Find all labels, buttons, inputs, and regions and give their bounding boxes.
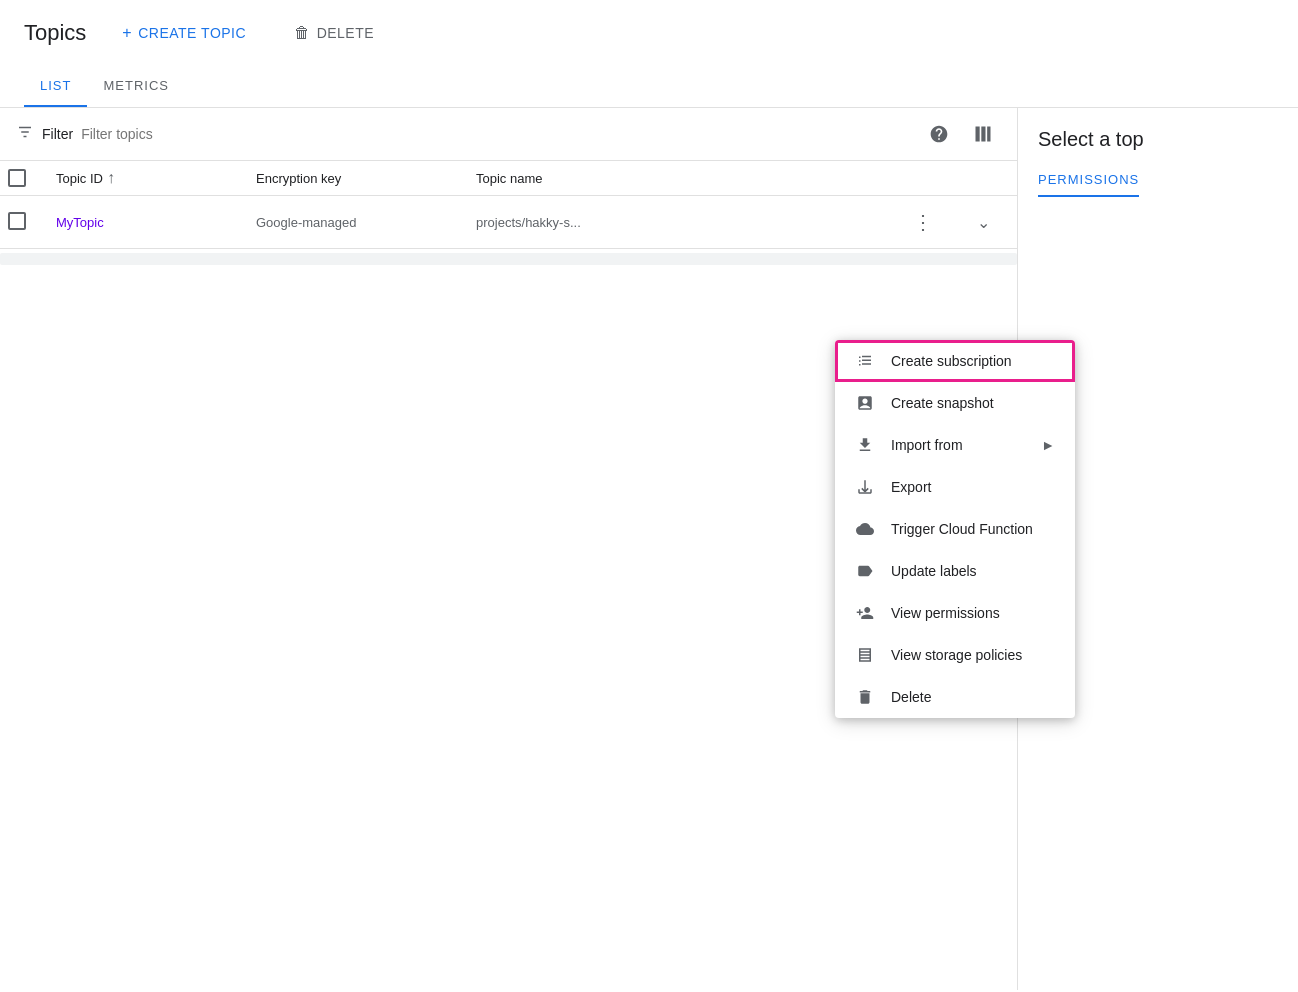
topic-name-cell: projects/hakky-s... xyxy=(468,215,897,230)
row-checkbox-cell xyxy=(0,212,48,233)
encryption-key-header[interactable]: Encryption key xyxy=(248,171,468,186)
filter-actions xyxy=(921,116,1001,152)
table-header: Topic ID ↑ Encryption key Topic name xyxy=(0,161,1017,196)
help-icon-button[interactable] xyxy=(921,116,957,152)
menu-item-view-storage[interactable]: View storage policies xyxy=(835,634,1075,676)
menu-item-create-subscription[interactable]: Create subscription xyxy=(835,340,1075,382)
select-all-checkbox[interactable] xyxy=(8,169,26,187)
filter-icon xyxy=(16,123,34,146)
page-header: Topics + CREATE TOPIC 🗑 DELETE xyxy=(0,0,1298,66)
submenu-arrow-icon: ► xyxy=(1041,437,1055,453)
menu-item-import-from-label: Import from xyxy=(891,437,1025,453)
tab-metrics[interactable]: METRICS xyxy=(87,66,185,107)
topic-id-header[interactable]: Topic ID ↑ xyxy=(48,169,248,187)
import-icon xyxy=(855,436,875,454)
storage-icon xyxy=(855,646,875,664)
sort-arrow-icon: ↑ xyxy=(107,169,115,187)
select-all-cell xyxy=(0,169,48,187)
menu-item-trigger-cloud[interactable]: Trigger Cloud Function xyxy=(835,508,1075,550)
menu-item-view-permissions[interactable]: View permissions xyxy=(835,592,1075,634)
snapshot-icon xyxy=(855,394,875,412)
horizontal-scrollbar[interactable] xyxy=(0,253,1017,265)
more-options-button[interactable]: ⋮ xyxy=(905,204,941,240)
permissions-icon xyxy=(855,604,875,622)
create-topic-label: CREATE TOPIC xyxy=(138,25,246,41)
expand-button[interactable]: ⌄ xyxy=(965,204,1001,240)
expand-cell: ⌄ xyxy=(957,204,1017,240)
export-icon xyxy=(855,478,875,496)
tab-list[interactable]: LIST xyxy=(24,66,87,107)
trash-icon: 🗑 xyxy=(294,24,311,42)
menu-item-import-from[interactable]: Import from ► xyxy=(835,424,1075,466)
menu-item-view-storage-label: View storage policies xyxy=(891,647,1055,663)
columns-icon-button[interactable] xyxy=(965,116,1001,152)
menu-item-create-snapshot[interactable]: Create snapshot xyxy=(835,382,1075,424)
row-checkbox[interactable] xyxy=(8,212,26,230)
encryption-key-cell: Google-managed xyxy=(248,215,468,230)
tab-bar: LIST METRICS xyxy=(0,66,1298,108)
menu-item-delete[interactable]: Delete xyxy=(835,676,1075,718)
menu-item-create-subscription-label: Create subscription xyxy=(891,353,1055,369)
menu-item-trigger-cloud-label: Trigger Cloud Function xyxy=(891,521,1055,537)
menu-item-export-label: Export xyxy=(891,479,1055,495)
filter-input[interactable] xyxy=(81,126,913,142)
permissions-tab[interactable]: PERMISSIONS xyxy=(1038,172,1139,197)
delete-button[interactable]: 🗑 DELETE xyxy=(282,16,386,50)
create-topic-button[interactable]: + CREATE TOPIC xyxy=(110,16,258,50)
menu-item-export[interactable]: Export xyxy=(835,466,1075,508)
context-menu: Create subscription Create snapshot Impo… xyxy=(835,340,1075,718)
menu-item-update-labels-label: Update labels xyxy=(891,563,1055,579)
cloud-function-icon xyxy=(855,520,875,538)
delete-label: DELETE xyxy=(317,25,374,41)
menu-item-delete-label: Delete xyxy=(891,689,1055,705)
filter-bar: Filter xyxy=(0,108,1017,161)
menu-item-create-snapshot-label: Create snapshot xyxy=(891,395,1055,411)
topic-id-cell[interactable]: MyTopic xyxy=(48,215,248,230)
topic-name-header[interactable]: Topic name xyxy=(468,171,897,186)
table-row: MyTopic Google-managed projects/hakky-s.… xyxy=(0,196,1017,249)
main-content: Filter Topic ID ↑ Encryption key xyxy=(0,108,1298,990)
filter-label: Filter xyxy=(42,126,73,142)
page-title: Topics xyxy=(24,20,86,46)
more-actions-cell: ⋮ xyxy=(897,204,957,240)
label-icon xyxy=(855,562,875,580)
menu-item-update-labels[interactable]: Update labels xyxy=(835,550,1075,592)
menu-item-view-permissions-label: View permissions xyxy=(891,605,1055,621)
right-panel-title: Select a top xyxy=(1038,128,1278,151)
delete-icon xyxy=(855,688,875,706)
plus-icon: + xyxy=(122,24,132,42)
topic-name-header-text: Topic name xyxy=(476,171,542,186)
topic-id-header-text: Topic ID xyxy=(56,171,103,186)
encryption-key-header-text: Encryption key xyxy=(256,171,341,186)
list-icon xyxy=(855,352,875,370)
